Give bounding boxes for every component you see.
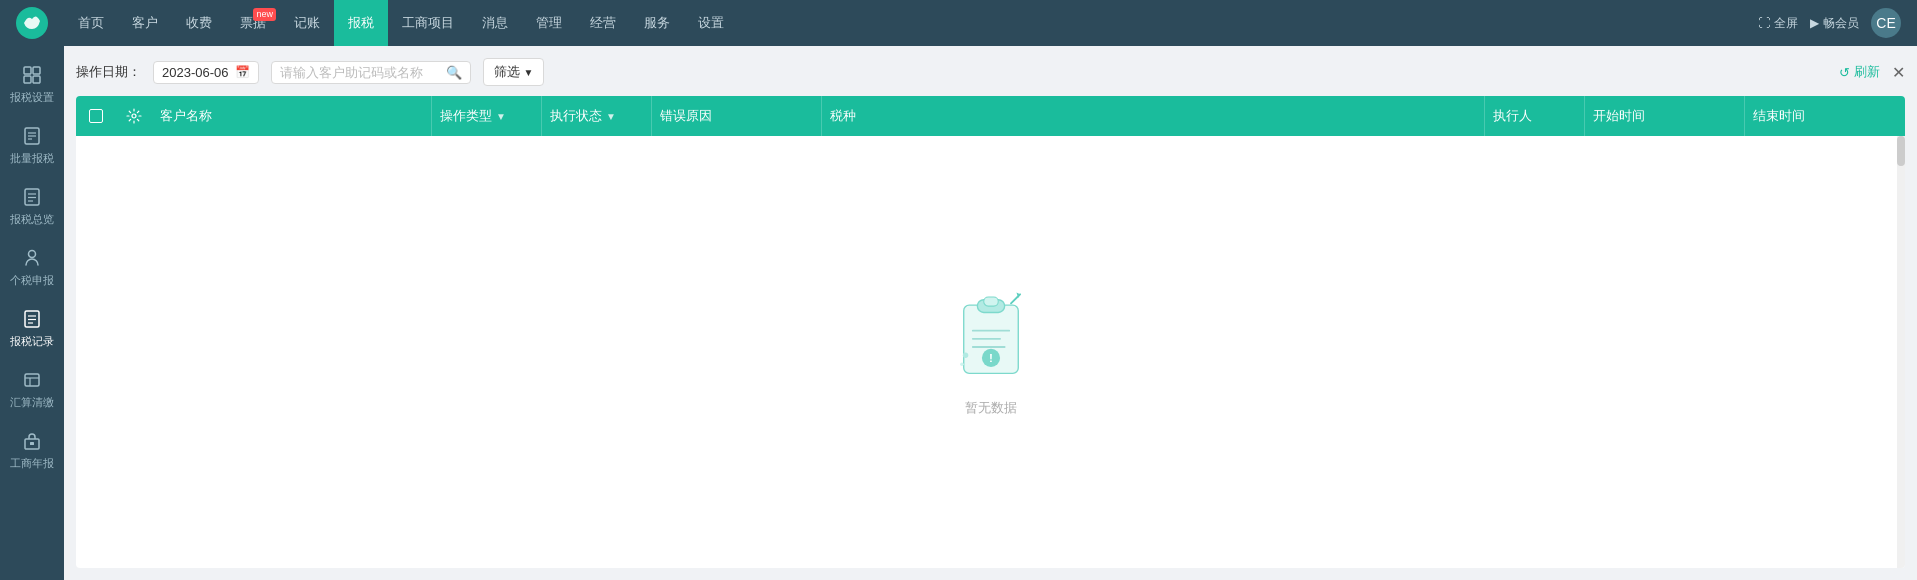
svg-point-13 xyxy=(29,251,36,258)
fullscreen-button[interactable]: ⛶ 全屏 xyxy=(1758,15,1798,32)
svg-text:!: ! xyxy=(989,351,993,365)
chevron-down-icon: ▼ xyxy=(524,67,534,78)
th-settings[interactable] xyxy=(116,108,152,124)
svg-rect-26 xyxy=(983,297,998,306)
nav-item-home[interactable]: 首页 xyxy=(64,0,118,46)
svg-point-35 xyxy=(960,362,964,366)
table-body: ! 暂无数据 xyxy=(76,136,1905,568)
svg-point-34 xyxy=(962,352,967,357)
refresh-button[interactable]: ↺ 刷新 xyxy=(1839,63,1880,81)
annual-report-icon xyxy=(21,430,43,452)
individual-tax-icon xyxy=(21,247,43,269)
top-nav-right: ⛶ 全屏 ▶ 畅会员 CE xyxy=(1758,8,1901,38)
sidebar-item-batch-tax[interactable]: 批量报税 xyxy=(0,115,64,176)
sidebar: 报税设置 批量报税 报税总览 xyxy=(0,46,64,580)
svg-rect-22 xyxy=(30,442,34,445)
tax-records-icon xyxy=(21,308,43,330)
empty-text: 暂无数据 xyxy=(965,399,1017,417)
nav-item-management[interactable]: 管理 xyxy=(522,0,576,46)
close-button[interactable]: ✕ xyxy=(1892,63,1905,82)
sidebar-label-annual-report: 工商年报 xyxy=(10,456,54,471)
top-navigation: 首页 客户 收费 票据 new 记账 报税 工商项目 消息 管理 经营 服务 设… xyxy=(0,0,1917,46)
search-input-container[interactable]: 🔍 xyxy=(271,61,471,84)
toolbar-right: ↺ 刷新 ✕ xyxy=(1839,63,1905,82)
settlement-icon xyxy=(21,369,43,391)
sidebar-label-tax-settings: 报税设置 xyxy=(10,90,54,105)
th-exec-status[interactable]: 执行状态 ▼ xyxy=(542,96,652,136)
nav-item-services[interactable]: 服务 xyxy=(630,0,684,46)
nav-item-bookkeeping[interactable]: 记账 xyxy=(280,0,334,46)
svg-rect-4 xyxy=(33,76,40,83)
th-end-time: 结束时间 xyxy=(1745,96,1905,136)
batch-tax-icon xyxy=(21,125,43,147)
tax-overview-icon xyxy=(21,186,43,208)
search-field[interactable] xyxy=(280,65,440,80)
toolbar: 操作日期： 2023-06-06 📅 🔍 筛选 ▼ ↺ 刷新 ✕ xyxy=(76,58,1905,86)
filter-label: 筛选 xyxy=(494,63,520,81)
date-label: 操作日期： xyxy=(76,63,141,81)
date-input[interactable]: 2023-06-06 📅 xyxy=(153,61,259,84)
empty-state: ! 暂无数据 xyxy=(76,136,1905,568)
svg-rect-3 xyxy=(24,76,31,83)
new-badge: new xyxy=(253,8,276,21)
fullscreen-icon: ⛶ xyxy=(1758,16,1770,30)
sidebar-item-individual-tax[interactable]: 个税申报 xyxy=(0,237,64,298)
scrollbar-thumb[interactable] xyxy=(1897,136,1905,166)
refresh-label: 刷新 xyxy=(1854,63,1880,81)
tax-settings-icon xyxy=(21,64,43,86)
sidebar-item-tax-overview[interactable]: 报税总览 xyxy=(0,176,64,237)
main-layout: 报税设置 批量报税 报税总览 xyxy=(0,46,1917,580)
refresh-icon: ↺ xyxy=(1839,65,1850,80)
nav-item-business[interactable]: 工商项目 xyxy=(388,0,468,46)
th-tax-type: 税种 xyxy=(822,96,1485,136)
vip-button[interactable]: ▶ 畅会员 xyxy=(1810,15,1859,32)
search-icon: 🔍 xyxy=(446,65,462,80)
sidebar-item-settlement[interactable]: 汇算清缴 xyxy=(0,359,64,420)
nav-item-customers[interactable]: 客户 xyxy=(118,0,172,46)
nav-item-billing[interactable]: 收费 xyxy=(172,0,226,46)
nav-item-tax[interactable]: 报税 xyxy=(334,0,388,46)
sidebar-item-tax-settings[interactable]: 报税设置 xyxy=(0,54,64,115)
sidebar-label-individual-tax: 个税申报 xyxy=(10,273,54,288)
nav-item-invoices[interactable]: 票据 new xyxy=(226,0,280,46)
scrollbar-track xyxy=(1897,136,1905,568)
th-checkbox[interactable] xyxy=(76,109,116,123)
sidebar-label-tax-overview: 报税总览 xyxy=(10,212,54,227)
th-error-reason: 错误原因 xyxy=(652,96,822,136)
nav-item-finance[interactable]: 经营 xyxy=(576,0,630,46)
svg-rect-1 xyxy=(24,67,31,74)
svg-point-23 xyxy=(132,114,136,118)
content-area: 操作日期： 2023-06-06 📅 🔍 筛选 ▼ ↺ 刷新 ✕ xyxy=(64,46,1917,580)
select-all-checkbox[interactable] xyxy=(89,109,103,123)
date-value: 2023-06-06 xyxy=(162,65,229,80)
user-avatar[interactable]: CE xyxy=(1871,8,1901,38)
sidebar-label-batch-tax: 批量报税 xyxy=(10,151,54,166)
th-op-type[interactable]: 操作类型 ▼ xyxy=(432,96,542,136)
th-executor: 执行人 xyxy=(1485,96,1585,136)
sort-icon-op-type: ▼ xyxy=(496,111,506,122)
calendar-icon: 📅 xyxy=(235,65,250,79)
filter-button[interactable]: 筛选 ▼ xyxy=(483,58,545,86)
table-container: 客户名称 操作类型 ▼ 执行状态 ▼ 错误原因 税种 执行人 xyxy=(76,96,1905,568)
nav-item-messages[interactable]: 消息 xyxy=(468,0,522,46)
svg-rect-18 xyxy=(25,374,39,386)
nav-items-container: 首页 客户 收费 票据 new 记账 报税 工商项目 消息 管理 经营 服务 设… xyxy=(64,0,1758,46)
th-customer-name: 客户名称 xyxy=(152,96,432,136)
vip-icon: ▶ xyxy=(1810,16,1819,30)
svg-rect-2 xyxy=(33,67,40,74)
table-header: 客户名称 操作类型 ▼ 执行状态 ▼ 错误原因 税种 执行人 xyxy=(76,96,1905,136)
empty-state-icon: ! xyxy=(941,287,1041,387)
sidebar-item-annual-report[interactable]: 工商年报 xyxy=(0,420,64,481)
nav-item-settings[interactable]: 设置 xyxy=(684,0,738,46)
sidebar-item-tax-records[interactable]: 报税记录 xyxy=(0,298,64,359)
sidebar-label-tax-records: 报税记录 xyxy=(10,334,54,349)
sort-icon-exec-status: ▼ xyxy=(606,111,616,122)
sidebar-label-settlement: 汇算清缴 xyxy=(10,395,54,410)
app-logo[interactable] xyxy=(16,7,48,39)
th-start-time: 开始时间 xyxy=(1585,96,1745,136)
